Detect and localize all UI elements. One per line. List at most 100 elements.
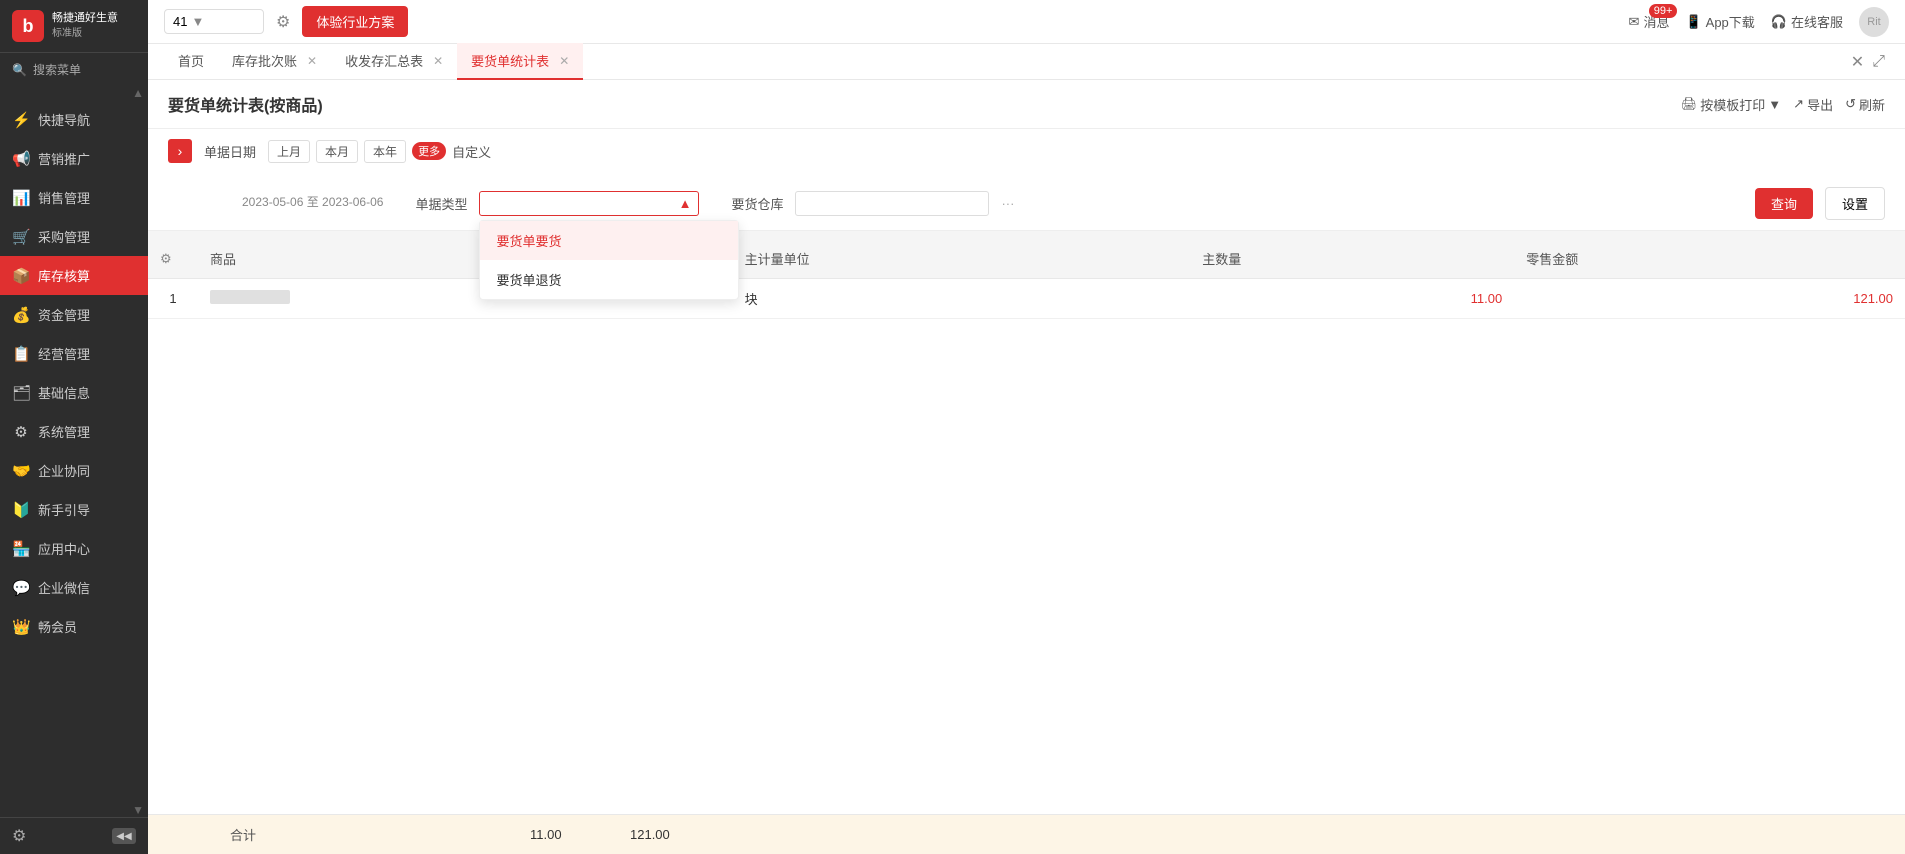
message-badge[interactable]: ✉ 消息 99+ — [1629, 12, 1670, 31]
sidebar-item-marketing[interactable]: 📢 营销推广 — [0, 139, 148, 178]
tab-bar: 首页 库存批次账 ✕ 收发存汇总表 ✕ 要货单统计表 ✕ ✕ ⤢ — [148, 44, 1905, 80]
industry-btn[interactable]: 体验行业方案 — [302, 6, 408, 37]
tab-order-stat[interactable]: 要货单统计表 ✕ — [457, 43, 583, 80]
operations-icon: 📋 — [12, 345, 30, 363]
user-avatar[interactable]: Rit — [1859, 7, 1889, 37]
refresh-btn[interactable]: ↺ 刷新 — [1845, 95, 1885, 114]
sidebar-item-wechat[interactable]: 💬 企业微信 — [0, 568, 148, 607]
sidebar-item-member[interactable]: 👑 畅会员 — [0, 607, 148, 646]
phone-icon: 📱 — [1685, 14, 1701, 30]
th-unit: 主计量单位 — [733, 239, 1191, 279]
topbar-gear-icon[interactable]: ⚙ — [276, 12, 290, 32]
sidebar-item-inventory[interactable]: 📦 库存核算 — [0, 256, 148, 295]
export-btn[interactable]: ↗ 导出 — [1793, 95, 1833, 114]
date-shortcuts: 上月 本月 本年 更多 自定义 — [268, 140, 491, 163]
main-area: 41 ▼ ⚙ 体验行业方案 ✉ 消息 99+ 📱 App下载 🎧 在线客服 Ri… — [148, 0, 1905, 854]
app-logo: b 畅捷通好生意 标准版 — [0, 0, 148, 53]
scroll-down-indicator[interactable]: ▼ — [132, 803, 144, 817]
search-menu[interactable]: 🔍 搜索菜单 — [0, 53, 148, 86]
table-row: 1 块 11.00 121.00 — [148, 279, 1905, 319]
template-print-btn[interactable]: 🖨 按模板打印 ▼ — [1681, 95, 1781, 114]
basics-icon: 🗂 — [12, 384, 30, 402]
sidebar-item-system[interactable]: ⚙ 系统管理 — [0, 412, 148, 451]
filter-more-dots[interactable]: ··· — [1001, 196, 1014, 211]
type-chevron-up-icon[interactable]: ▲ — [679, 196, 692, 211]
footer-total-amount: 121.00 — [630, 827, 710, 842]
data-table: ⚙ 商品 主计量单位 主数量 零售金额 1 块 — [148, 239, 1905, 319]
date-custom-btn[interactable]: 自定义 — [452, 142, 491, 161]
sidebar-item-sales[interactable]: 📊 销售管理 — [0, 178, 148, 217]
tab-receive-summary[interactable]: 收发存汇总表 ✕ — [331, 43, 457, 80]
tab-close-inventory-batch[interactable]: ✕ — [307, 54, 317, 68]
dropdown-item-delivery[interactable]: 要货单要货 — [480, 221, 738, 260]
store-selector[interactable]: 41 ▼ — [164, 9, 264, 34]
date-btn-this-month[interactable]: 本月 — [316, 140, 358, 163]
sidebar-collapse-button[interactable]: ◀◀ — [112, 828, 136, 844]
date-more-badge[interactable]: 更多 — [412, 142, 446, 160]
sales-icon: 📊 — [12, 189, 30, 207]
settings-gear-icon[interactable]: ⚙ — [12, 826, 26, 846]
data-table-wrapper: ⚙ 商品 主计量单位 主数量 零售金额 1 块 — [148, 239, 1905, 814]
cell-no: 1 — [148, 279, 198, 319]
date-range-display: 2023-05-06 至 2023-06-06 — [242, 195, 383, 209]
enterprise-icon: 🤝 — [12, 462, 30, 480]
sidebar-item-basics[interactable]: 🗂 基础信息 — [0, 373, 148, 412]
type-filter-input[interactable] — [479, 191, 699, 216]
close-all-tabs-icon[interactable]: ✕ — [1847, 48, 1868, 76]
sidebar-bottom: ⚙ ◀◀ — [0, 817, 148, 854]
purchase-icon: 🛒 — [12, 228, 30, 246]
date-btn-last-month[interactable]: 上月 — [268, 140, 310, 163]
topbar: 41 ▼ ⚙ 体验行业方案 ✉ 消息 99+ 📱 App下载 🎧 在线客服 Ri… — [148, 0, 1905, 44]
tab-close-order-stat[interactable]: ✕ — [559, 54, 569, 68]
type-label: 单据类型 — [415, 194, 467, 213]
page-header: 要货单统计表(按商品) 🖨 按模板打印 ▼ ↗ 导出 ↺ 刷新 — [148, 80, 1905, 129]
marketing-icon: 📢 — [12, 150, 30, 168]
table-header: ⚙ 商品 主计量单位 主数量 零售金额 — [148, 239, 1905, 279]
chevron-down-icon: ▼ — [191, 14, 204, 29]
date-label: 单据日期 — [204, 142, 256, 161]
sidebar: b 畅捷通好生意 标准版 🔍 搜索菜单 ▲ ⚡ 快捷导航 📢 营销推广 📊 销售… — [0, 0, 148, 854]
sidebar-item-appstore[interactable]: 🏪 应用中心 — [0, 529, 148, 568]
table-settings-icon[interactable]: ⚙ — [160, 251, 172, 266]
filter-expand-btn[interactable]: › — [168, 139, 192, 163]
footer-total-qty: 11.00 — [530, 827, 610, 842]
expand-tabs-icon[interactable]: ⤢ — [1868, 49, 1889, 75]
sidebar-item-purchase[interactable]: 🛒 采购管理 — [0, 217, 148, 256]
sidebar-item-finance[interactable]: 💰 资金管理 — [0, 295, 148, 334]
th-settings[interactable]: ⚙ — [148, 239, 198, 279]
logo-icon: b — [12, 10, 44, 42]
date-btn-this-year[interactable]: 本年 — [364, 140, 406, 163]
quick-nav-icon: ⚡ — [12, 111, 30, 129]
print-icon: 🖨 — [1681, 96, 1698, 112]
sidebar-item-operations[interactable]: 📋 经营管理 — [0, 334, 148, 373]
type-filter-wrapper: ▲ 要货单要货 要货单退货 — [479, 191, 699, 216]
sidebar-item-quick-nav[interactable]: ⚡ 快捷导航 — [0, 100, 148, 139]
sidebar-item-enterprise[interactable]: 🤝 企业协同 — [0, 451, 148, 490]
appstore-icon: 🏪 — [12, 540, 30, 558]
page-title: 要货单统计表(按商品) — [168, 92, 323, 116]
sidebar-item-guide[interactable]: 🔰 新手引导 — [0, 490, 148, 529]
table-footer: 合计 11.00 121.00 — [148, 814, 1905, 854]
export-icon: ↗ — [1793, 96, 1804, 112]
tab-close-receive-summary[interactable]: ✕ — [433, 54, 443, 68]
online-service-link[interactable]: 🎧 在线客服 — [1771, 12, 1843, 31]
filter-bar: › 单据日期 上月 本月 本年 更多 自定义 2023-05-06 至 2023… — [148, 129, 1905, 231]
page-actions: 🖨 按模板打印 ▼ ↗ 导出 ↺ 刷新 — [1681, 95, 1885, 114]
warehouse-filter-input[interactable] — [795, 191, 989, 216]
query-button[interactable]: 查询 — [1755, 188, 1813, 219]
search-icon: 🔍 — [12, 63, 27, 77]
cell-qty: 11.00 — [1190, 279, 1514, 319]
member-icon: 👑 — [12, 618, 30, 636]
footer-total-label: 合计 — [230, 825, 290, 844]
settings-button[interactable]: 设置 — [1825, 187, 1885, 220]
scroll-up-indicator[interactable]: ▲ — [132, 86, 144, 100]
tab-inventory-batch[interactable]: 库存批次账 ✕ — [218, 43, 331, 80]
guide-icon: 🔰 — [12, 501, 30, 519]
th-amount: 零售金额 — [1514, 239, 1905, 279]
cell-unit: 块 — [733, 279, 1191, 319]
app-download-link[interactable]: 📱 App下载 — [1685, 12, 1754, 31]
page-content: 要货单统计表(按商品) 🖨 按模板打印 ▼ ↗ 导出 ↺ 刷新 › — [148, 80, 1905, 854]
tab-home[interactable]: 首页 — [164, 43, 218, 80]
headset-icon: 🎧 — [1771, 14, 1787, 30]
dropdown-item-return[interactable]: 要货单退货 — [480, 260, 738, 299]
